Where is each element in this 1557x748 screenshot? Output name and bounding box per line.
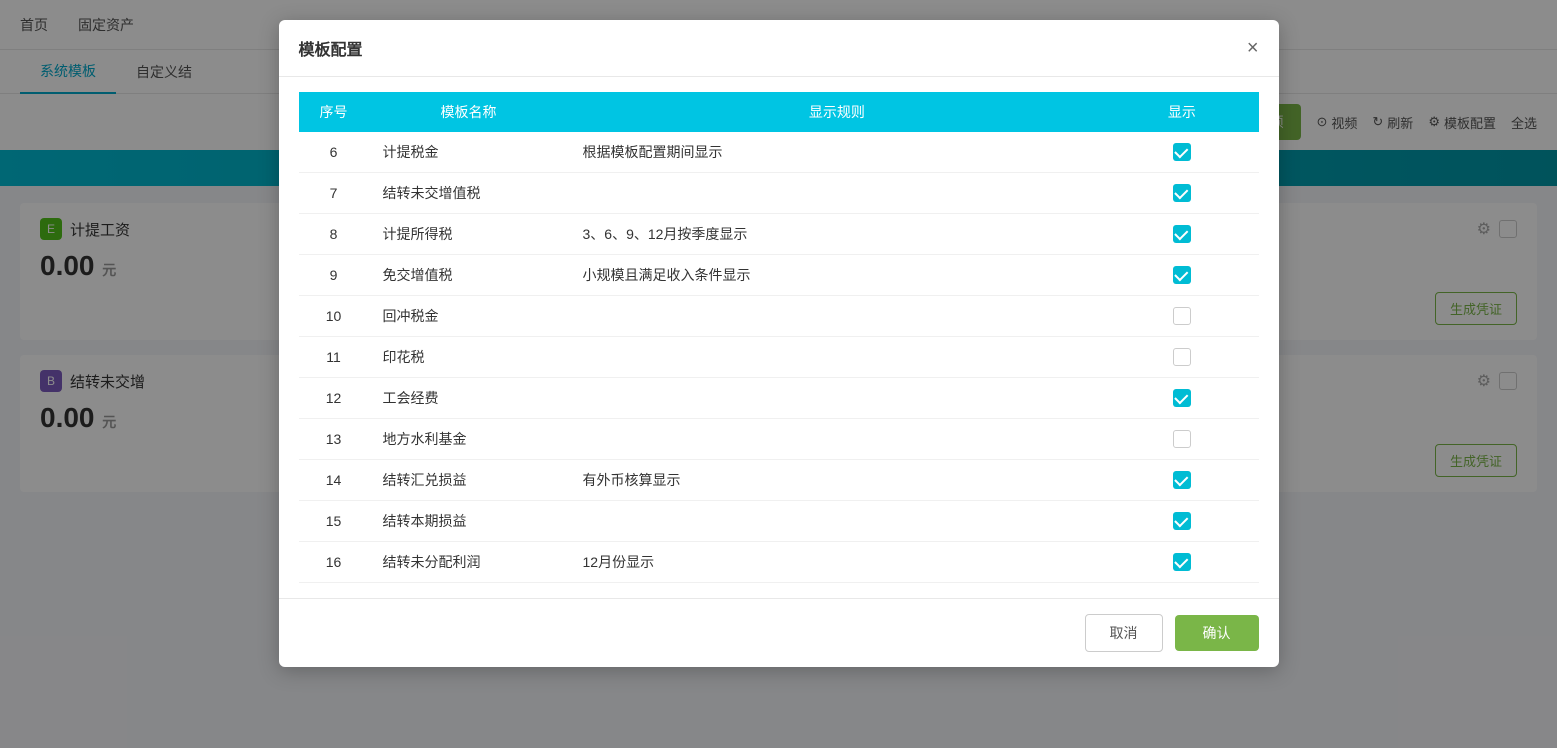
cell-seq: 13 <box>299 419 369 460</box>
table-row: 15结转本期损益 <box>299 501 1259 542</box>
cell-rule: 根据模板配置期间显示 <box>569 132 1106 173</box>
col-name: 模板名称 <box>369 92 569 132</box>
col-seq: 序号 <box>299 92 369 132</box>
modal-title: 模板配置 <box>299 36 363 60</box>
cell-check <box>1105 132 1258 173</box>
table-row: 16结转未分配利润12月份显示 <box>299 542 1259 583</box>
cell-seq: 14 <box>299 460 369 501</box>
modal-body: 序号 模板名称 显示规则 显示 6计提税金根据模板配置期间显示7结转未交增值税8… <box>279 77 1279 598</box>
cell-name: 结转未分配利润 <box>369 542 569 583</box>
checkbox-unchecked[interactable] <box>1173 307 1191 325</box>
config-table: 序号 模板名称 显示规则 显示 6计提税金根据模板配置期间显示7结转未交增值税8… <box>299 92 1259 583</box>
cell-check <box>1105 337 1258 378</box>
table-row: 10回冲税金 <box>299 296 1259 337</box>
cell-check <box>1105 378 1258 419</box>
checkbox-checked[interactable] <box>1173 389 1191 407</box>
cell-seq: 6 <box>299 132 369 173</box>
table-row: 11印花税 <box>299 337 1259 378</box>
cell-seq: 9 <box>299 255 369 296</box>
cell-rule: 3、6、9、12月按季度显示 <box>569 214 1106 255</box>
cancel-button[interactable]: 取消 <box>1085 614 1163 652</box>
cell-seq: 15 <box>299 501 369 542</box>
table-header: 序号 模板名称 显示规则 显示 <box>299 92 1259 132</box>
cell-name: 结转本期损益 <box>369 501 569 542</box>
cell-rule: 有外币核算显示 <box>569 460 1106 501</box>
cell-check <box>1105 173 1258 214</box>
checkbox-checked[interactable] <box>1173 512 1191 530</box>
table-body: 6计提税金根据模板配置期间显示7结转未交增值税8计提所得税3、6、9、12月按季… <box>299 132 1259 583</box>
cell-rule: 12月份显示 <box>569 542 1106 583</box>
cell-seq: 8 <box>299 214 369 255</box>
table-row: 6计提税金根据模板配置期间显示 <box>299 132 1259 173</box>
cell-check <box>1105 255 1258 296</box>
cell-rule <box>569 337 1106 378</box>
col-rule: 显示规则 <box>569 92 1106 132</box>
cell-seq: 16 <box>299 542 369 583</box>
modal-template-config: 模板配置 × 序号 模板名称 显示规则 显示 6计提税金根据模板配置期间显示7结… <box>279 20 1279 667</box>
cell-rule <box>569 419 1106 460</box>
confirm-button[interactable]: 确认 <box>1175 615 1259 651</box>
cell-name: 印花税 <box>369 337 569 378</box>
cell-seq: 11 <box>299 337 369 378</box>
table-row: 9免交增值税小规模且满足收入条件显示 <box>299 255 1259 296</box>
cell-name: 计提税金 <box>369 132 569 173</box>
modal-close-button[interactable]: × <box>1247 38 1259 58</box>
checkbox-checked[interactable] <box>1173 266 1191 284</box>
modal-footer: 取消 确认 <box>279 598 1279 667</box>
cell-check <box>1105 214 1258 255</box>
cell-check <box>1105 460 1258 501</box>
cell-name: 工会经费 <box>369 378 569 419</box>
cell-rule <box>569 501 1106 542</box>
cell-name: 地方水利基金 <box>369 419 569 460</box>
cell-seq: 10 <box>299 296 369 337</box>
table-row: 7结转未交增值税 <box>299 173 1259 214</box>
cell-seq: 7 <box>299 173 369 214</box>
cell-rule <box>569 173 1106 214</box>
table-row: 8计提所得税3、6、9、12月按季度显示 <box>299 214 1259 255</box>
checkbox-unchecked[interactable] <box>1173 348 1191 366</box>
cell-rule <box>569 296 1106 337</box>
table-row: 14结转汇兑损益有外币核算显示 <box>299 460 1259 501</box>
modal-header: 模板配置 × <box>279 20 1279 77</box>
cell-check <box>1105 296 1258 337</box>
modal-overlay: 模板配置 × 序号 模板名称 显示规则 显示 6计提税金根据模板配置期间显示7结… <box>0 0 1557 748</box>
checkbox-checked[interactable] <box>1173 184 1191 202</box>
table-row: 12工会经费 <box>299 378 1259 419</box>
cell-check <box>1105 542 1258 583</box>
cell-name: 计提所得税 <box>369 214 569 255</box>
checkbox-checked[interactable] <box>1173 471 1191 489</box>
cell-name: 结转汇兑损益 <box>369 460 569 501</box>
checkbox-checked[interactable] <box>1173 143 1191 161</box>
cell-seq: 12 <box>299 378 369 419</box>
cell-name: 回冲税金 <box>369 296 569 337</box>
checkbox-checked[interactable] <box>1173 553 1191 571</box>
cell-check <box>1105 419 1258 460</box>
col-display: 显示 <box>1105 92 1258 132</box>
cell-check <box>1105 501 1258 542</box>
cell-rule <box>569 378 1106 419</box>
cell-name: 结转未交增值税 <box>369 173 569 214</box>
cell-name: 免交增值税 <box>369 255 569 296</box>
checkbox-unchecked[interactable] <box>1173 430 1191 448</box>
table-row: 13地方水利基金 <box>299 419 1259 460</box>
checkbox-checked[interactable] <box>1173 225 1191 243</box>
cell-rule: 小规模且满足收入条件显示 <box>569 255 1106 296</box>
